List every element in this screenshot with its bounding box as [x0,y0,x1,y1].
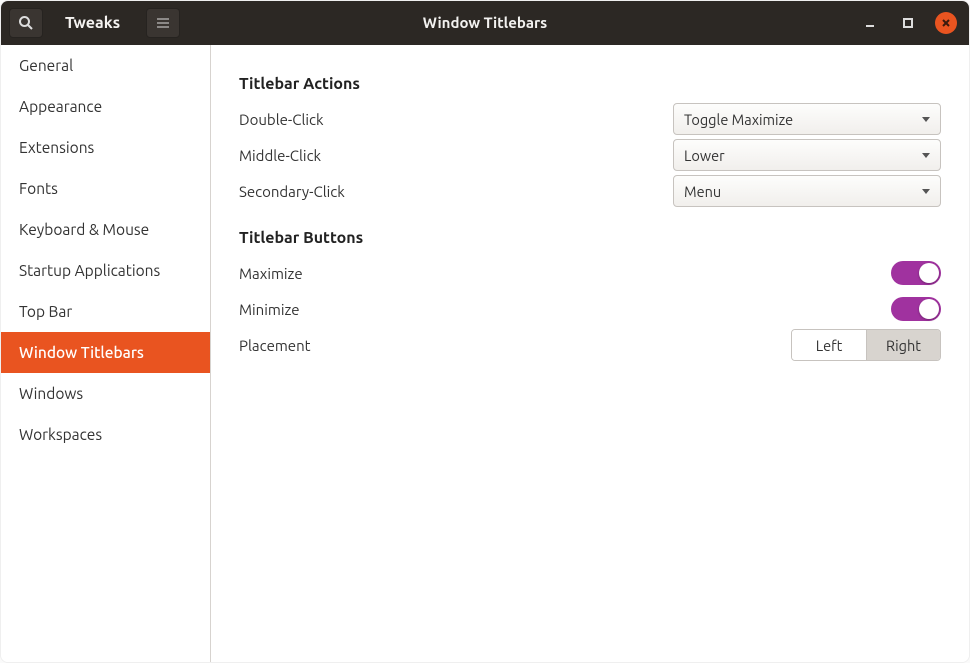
sidebar-item-label: Top Bar [19,303,72,320]
sidebar-item-fonts[interactable]: Fonts [1,168,210,209]
sidebar-item-label: Windows [19,385,83,402]
label-double-click: Double-Click [239,111,324,128]
sidebar-item-windows[interactable]: Windows [1,373,210,414]
row-secondary-click: Secondary-Click Menu [239,173,941,209]
sidebar-item-window-titlebars[interactable]: Window Titlebars [1,332,210,373]
search-button[interactable] [9,8,43,38]
sidebar-item-extensions[interactable]: Extensions [1,127,210,168]
row-maximize: Maximize [239,255,941,291]
row-placement: Placement Left Right [239,327,941,363]
switch-minimize[interactable] [891,297,941,321]
combo-double-click[interactable]: Toggle Maximize [673,103,941,135]
maximize-window-button[interactable] [897,12,919,34]
tweaks-window: Tweaks Window Titlebars General Appearanc… [0,0,970,663]
row-double-click: Double-Click Toggle Maximize [239,101,941,137]
section-title-buttons: Titlebar Buttons [239,229,941,247]
sidebar-item-appearance[interactable]: Appearance [1,86,210,127]
chevron-down-icon [922,189,930,194]
close-icon [940,17,952,29]
maximize-icon [902,17,914,29]
minimize-window-button[interactable] [859,12,881,34]
sidebar-item-startup-applications[interactable]: Startup Applications [1,250,210,291]
close-window-button[interactable] [935,12,957,34]
switch-maximize[interactable] [891,261,941,285]
label-minimize: Minimize [239,301,300,318]
combo-secondary-click-value: Menu [684,183,721,200]
row-minimize: Minimize [239,291,941,327]
label-middle-click: Middle-Click [239,147,321,164]
label-maximize: Maximize [239,265,303,282]
app-title: Tweaks [65,14,120,32]
sidebar: General Appearance Extensions Fonts Keyboard… [1,45,211,662]
segmented-placement: Left Right [791,329,941,361]
chevron-down-icon [922,153,930,158]
sidebar-item-workspaces[interactable]: Workspaces [1,414,210,455]
sidebar-item-label: Fonts [19,180,58,197]
row-middle-click: Middle-Click Lower [239,137,941,173]
placement-right-button[interactable]: Right [866,330,940,360]
label-secondary-click: Secondary-Click [239,183,345,200]
placement-left-button[interactable]: Left [792,330,866,360]
content-pane: Titlebar Actions Double-Click Toggle Max… [211,45,969,662]
sidebar-item-label: Extensions [19,139,94,156]
combo-middle-click[interactable]: Lower [673,139,941,171]
page-title: Window Titlebars [423,14,547,31]
sidebar-item-label: Appearance [19,98,102,115]
combo-secondary-click[interactable]: Menu [673,175,941,207]
minimize-icon [864,17,876,29]
window-body: General Appearance Extensions Fonts Keyboard… [1,45,969,662]
label-placement: Placement [239,337,311,354]
combo-middle-click-value: Lower [684,147,725,164]
headerbar: Tweaks Window Titlebars [1,1,969,45]
switch-knob [919,263,939,283]
sidebar-item-label: Keyboard & Mouse [19,221,149,238]
sidebar-item-label: Window Titlebars [19,344,144,361]
section-title-actions: Titlebar Actions [239,75,941,93]
sidebar-item-top-bar[interactable]: Top Bar [1,291,210,332]
chevron-down-icon [922,117,930,122]
menu-button[interactable] [146,8,180,38]
sidebar-item-label: Startup Applications [19,262,160,279]
sidebar-item-keyboard-mouse[interactable]: Keyboard & Mouse [1,209,210,250]
sidebar-item-general[interactable]: General [1,45,210,86]
sidebar-item-label: Workspaces [19,426,102,443]
hamburger-icon [155,15,171,31]
combo-double-click-value: Toggle Maximize [684,111,793,128]
headerbar-left: Tweaks [1,8,180,38]
search-icon [18,15,34,31]
switch-knob [919,299,939,319]
sidebar-item-label: General [19,57,73,74]
window-controls [859,12,969,34]
